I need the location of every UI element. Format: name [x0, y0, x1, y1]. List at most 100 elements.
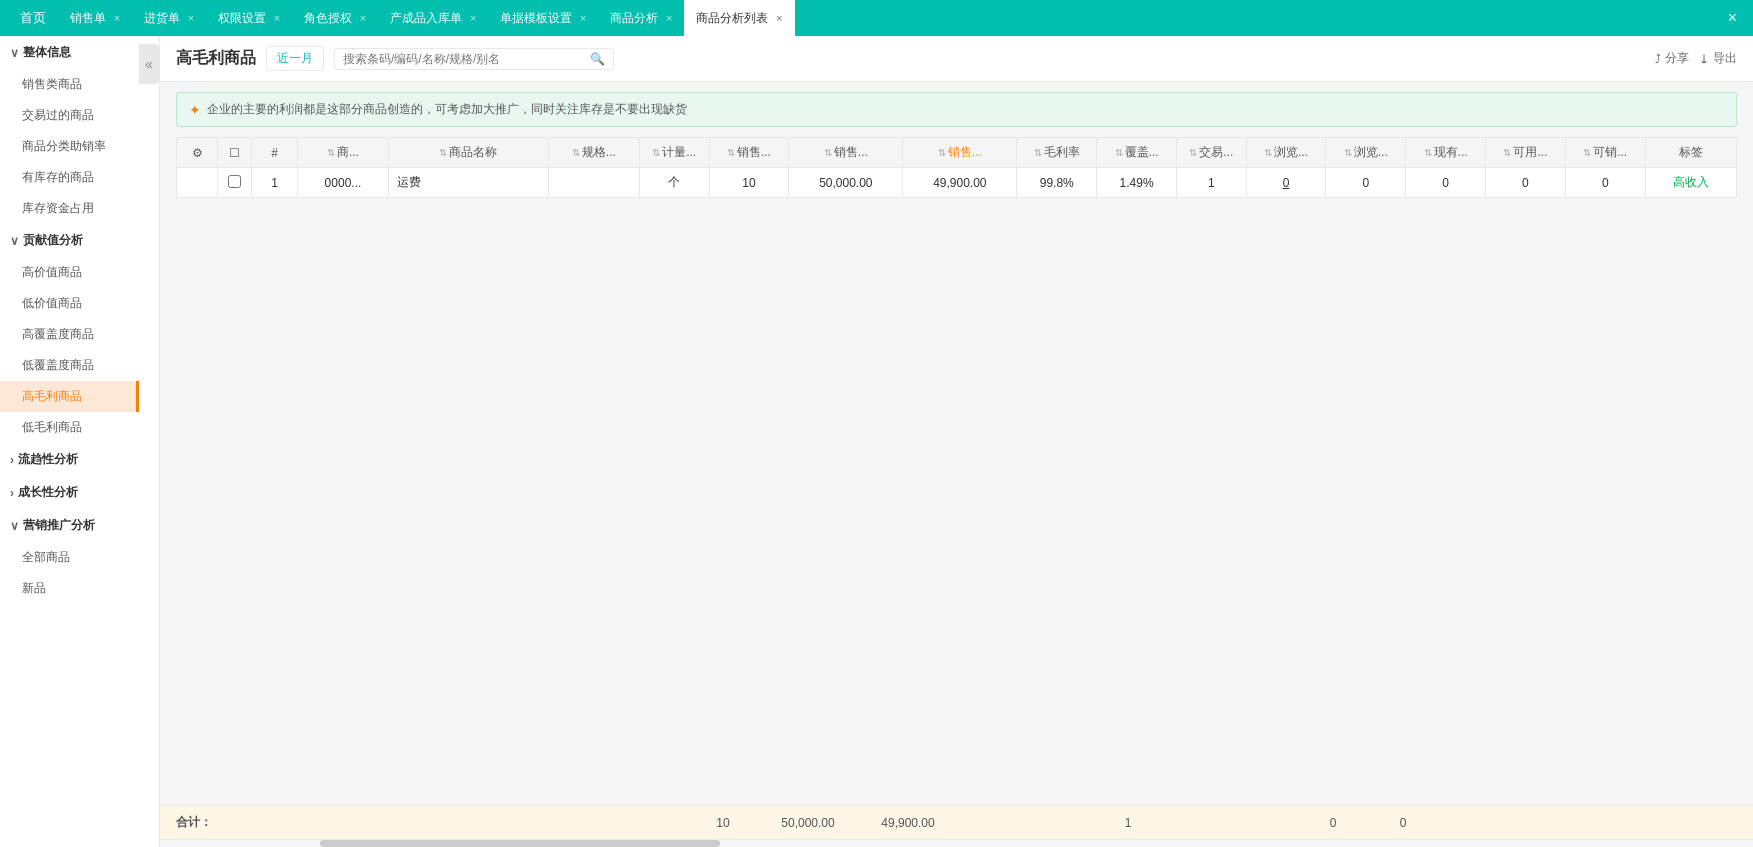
export-icon: ⤓	[1699, 52, 1709, 66]
nav-template[interactable]: 单据模板设置 ×	[488, 0, 598, 36]
sidebar-item-all-goods[interactable]: 全部商品	[0, 542, 139, 573]
th-gai[interactable]: ⇅覆盖...	[1097, 138, 1177, 168]
footer-jiao: 1	[1098, 816, 1158, 830]
cell-check[interactable]	[218, 168, 252, 198]
cell-name: 运费	[389, 168, 549, 198]
cell-lan1[interactable]: 0	[1246, 168, 1326, 198]
footer-label: 合计：	[176, 814, 212, 831]
sidebar-item-low-value[interactable]: 低价值商品	[0, 288, 139, 319]
sidebar-item-category-assist[interactable]: 商品分类助销率	[0, 131, 139, 162]
nav-close-analysis-list[interactable]: ×	[776, 12, 782, 24]
sidebar-item-new-goods[interactable]: 新品	[0, 573, 139, 604]
nav-close-permissions[interactable]: ×	[274, 12, 280, 24]
th-kx[interactable]: ⇅可销...	[1565, 138, 1645, 168]
nav-roles[interactable]: 角色授权 ×	[292, 0, 378, 36]
cell-code: 0000...	[297, 168, 388, 198]
sidebar-item-high-margin[interactable]: 高毛利商品	[0, 381, 139, 412]
main-layout: ∨ 整体信息 销售类商品 交易过的商品 商品分类助销率 有库存的商品 库存资金占…	[0, 36, 1753, 847]
nav-home[interactable]: 首页	[8, 0, 58, 36]
nav-analysis[interactable]: 商品分析 ×	[598, 0, 684, 36]
sidebar-item-sales-goods[interactable]: 销售类商品	[0, 69, 139, 100]
close-all-button[interactable]: ×	[1720, 9, 1745, 27]
info-icon: ✦	[189, 102, 201, 118]
th-sale2[interactable]: ⇅销售...	[789, 138, 903, 168]
th-unit[interactable]: ⇅计量...	[639, 138, 709, 168]
nav-inbound[interactable]: 产成品入库单 ×	[378, 0, 488, 36]
th-check[interactable]: ☐	[218, 138, 252, 168]
nav-purchase[interactable]: 进货单 ×	[132, 0, 206, 36]
th-tag[interactable]: 标签	[1645, 138, 1736, 168]
table-header-row: ⚙ ☐ # ⇅商... ⇅商品名称 ⇅规格... ⇅计量... ⇅销售... ⇅…	[177, 138, 1737, 168]
th-num: #	[252, 138, 298, 168]
nav-close-purchase[interactable]: ×	[188, 12, 194, 24]
cell-unit: 个	[639, 168, 709, 198]
data-table: ⚙ ☐ # ⇅商... ⇅商品名称 ⇅规格... ⇅计量... ⇅销售... ⇅…	[176, 137, 1737, 198]
sidebar-item-low-margin[interactable]: 低毛利商品	[0, 412, 139, 443]
th-jiao[interactable]: ⇅交易...	[1177, 138, 1247, 168]
sidebar-group-marketing[interactable]: ∨ 营销推广分析	[0, 509, 139, 542]
cell-gai: 1.49%	[1097, 168, 1177, 198]
th-sale1[interactable]: ⇅销售...	[709, 138, 789, 168]
th-name[interactable]: ⇅商品名称	[389, 138, 549, 168]
th-mao[interactable]: ⇅毛利率	[1017, 138, 1097, 168]
cell-mao: 99.8%	[1017, 168, 1097, 198]
cell-spec	[548, 168, 639, 198]
sidebar-item-high-coverage[interactable]: 高覆盖度商品	[0, 319, 139, 350]
footer-sale3: 49,900.00	[858, 816, 958, 830]
th-ky[interactable]: ⇅可用...	[1486, 138, 1566, 168]
sidebar-group-trend[interactable]: › 流趋性分析	[0, 443, 139, 476]
nav-sales[interactable]: 销售单 ×	[58, 0, 132, 36]
sidebar-item-traded-goods[interactable]: 交易过的商品	[0, 100, 139, 131]
sidebar-item-stock-capital[interactable]: 库存资金占用	[0, 193, 139, 224]
bottom-scrollbar[interactable]	[160, 839, 1753, 847]
cell-sale2: 50,000.00	[789, 168, 903, 198]
share-button[interactable]: ⤴ 分享	[1655, 50, 1689, 67]
search-box: 🔍	[334, 48, 614, 70]
footer-sale2: 50,000.00	[758, 816, 858, 830]
cell-kx: 0	[1565, 168, 1645, 198]
sidebar-item-stock-goods[interactable]: 有库存的商品	[0, 162, 139, 193]
sidebar-item-high-value[interactable]: 高价值商品	[0, 257, 139, 288]
sidebar-group-growth[interactable]: › 成长性分析	[0, 476, 139, 509]
search-icon[interactable]: 🔍	[590, 52, 605, 66]
nav-close-roles[interactable]: ×	[360, 12, 366, 24]
page-title: 高毛利商品	[176, 48, 256, 69]
th-lan2[interactable]: ⇅浏览...	[1326, 138, 1406, 168]
nav-close-analysis[interactable]: ×	[666, 12, 672, 24]
th-settings[interactable]: ⚙	[177, 138, 218, 168]
th-spec[interactable]: ⇅规格...	[548, 138, 639, 168]
sidebar-group-contribution[interactable]: ∨ 贡献值分析	[0, 224, 139, 257]
top-nav: 首页 销售单 × 进货单 × 权限设置 × 角色授权 × 产成品入库单 × 单据…	[0, 0, 1753, 36]
date-filter-button[interactable]: 近一月	[266, 46, 324, 71]
footer-sale1: 10	[688, 816, 758, 830]
sidebar: ∨ 整体信息 销售类商品 交易过的商品 商品分类助销率 有库存的商品 库存资金占…	[0, 36, 160, 847]
th-code[interactable]: ⇅商...	[297, 138, 388, 168]
nav-permissions[interactable]: 权限设置 ×	[206, 0, 292, 36]
th-sale3[interactable]: ⇅销售...	[903, 138, 1017, 168]
footer-xian: 0	[1298, 816, 1368, 830]
search-input[interactable]	[343, 52, 590, 66]
content-area: 高毛利商品 近一月 🔍 ⤴ 分享 ⤓ 导出 ✦ 企业的主要的利润都是这部分商品创…	[160, 36, 1753, 847]
nav-close-inbound[interactable]: ×	[470, 12, 476, 24]
cell-ky: 0	[1486, 168, 1566, 198]
sidebar-group-overall[interactable]: ∨ 整体信息	[0, 36, 139, 69]
cell-xian: 0	[1406, 168, 1486, 198]
cell-sale1: 10	[709, 168, 789, 198]
nav-close-template[interactable]: ×	[580, 12, 586, 24]
nav-analysis-list[interactable]: 商品分析列表 ×	[684, 0, 794, 36]
cell-settings	[177, 168, 218, 198]
cell-jiao: 1	[1177, 168, 1247, 198]
share-icon: ⤴	[1655, 52, 1661, 66]
content-header: 高毛利商品 近一月 🔍 ⤴ 分享 ⤓ 导出	[160, 36, 1753, 82]
sidebar-collapse-button[interactable]: «	[139, 44, 159, 84]
sidebar-item-low-coverage[interactable]: 低覆盖度商品	[0, 350, 139, 381]
export-button[interactable]: ⤓ 导出	[1699, 50, 1737, 67]
cell-lan2: 0	[1326, 168, 1406, 198]
nav-close-sales[interactable]: ×	[114, 12, 120, 24]
cell-num: 1	[252, 168, 298, 198]
cell-tag: 高收入	[1645, 168, 1736, 198]
th-lan1[interactable]: ⇅浏览...	[1246, 138, 1326, 168]
cell-sale3: 49,900.00	[903, 168, 1017, 198]
th-xian[interactable]: ⇅现有...	[1406, 138, 1486, 168]
info-text: 企业的主要的利润都是这部分商品创造的，可考虑加大推广，同时关注库存是不要出现缺货	[207, 101, 687, 118]
